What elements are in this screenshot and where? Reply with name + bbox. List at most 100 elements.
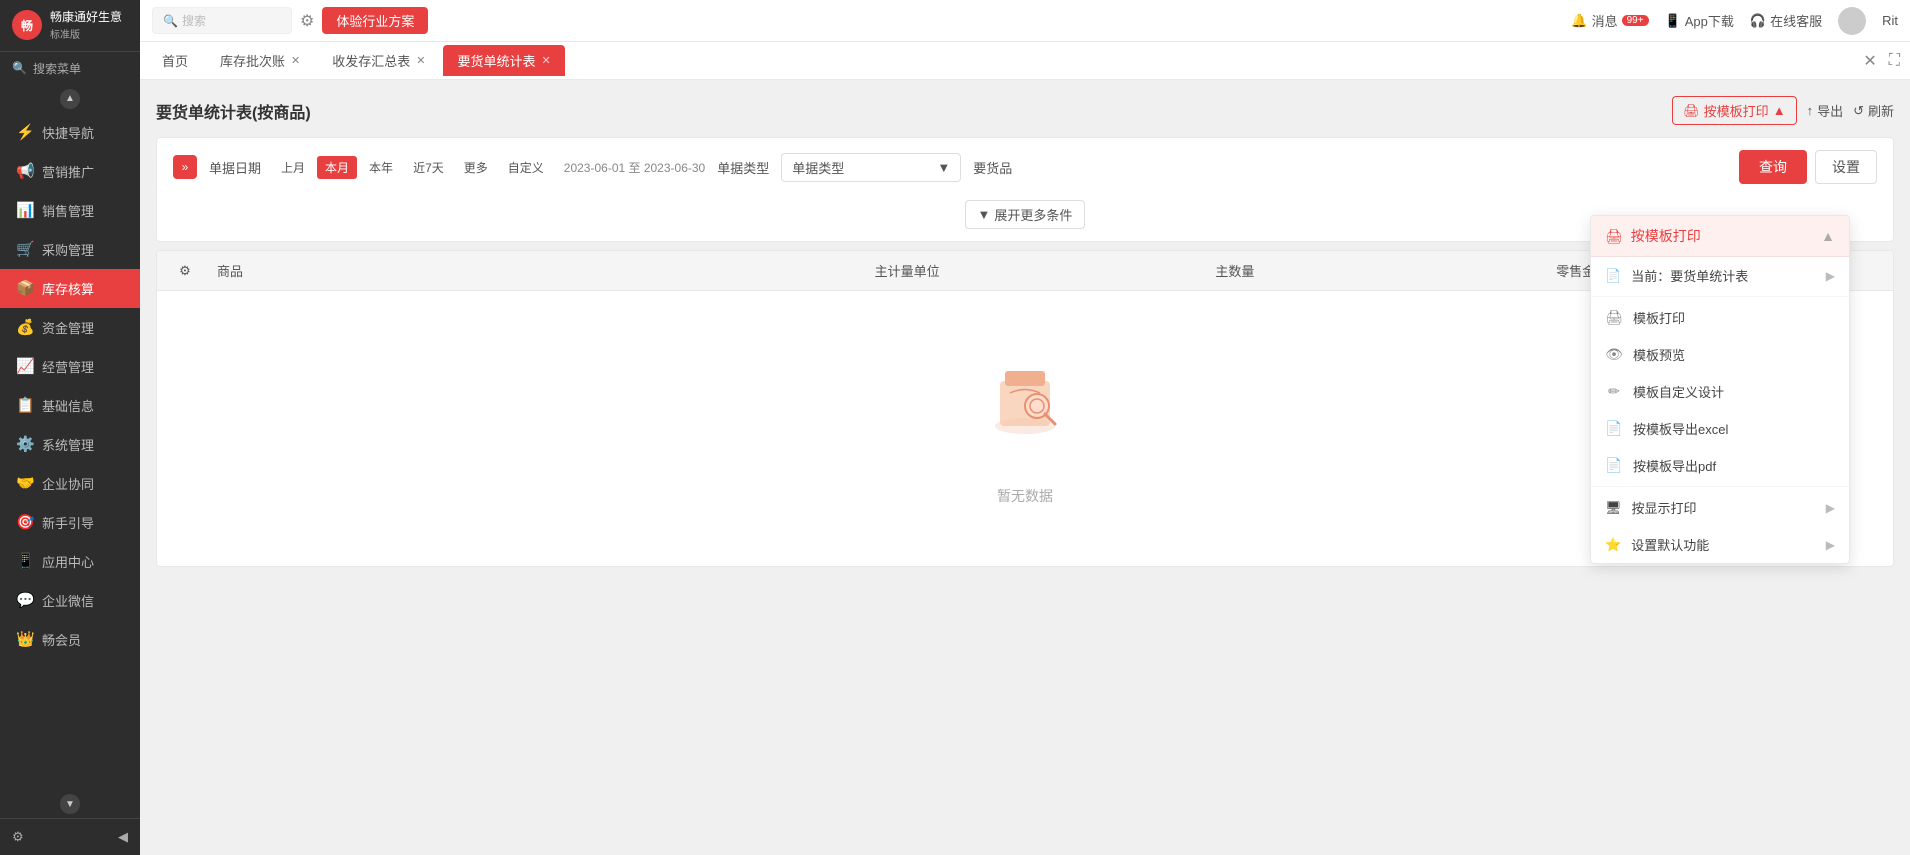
type-select[interactable]: 单据类型 ▼ <box>781 153 961 182</box>
date-btn-custom[interactable]: 自定义 <box>500 156 552 179</box>
tab-inventory-batch-close[interactable]: ✕ <box>291 54 300 67</box>
settings-button[interactable]: 设置 <box>1815 150 1877 184</box>
current-template-left: 📄 当前：要货单统计表 <box>1605 266 1748 285</box>
footer-settings-icon[interactable]: ⚙ <box>12 829 24 845</box>
export-button[interactable]: ↑ 导出 <box>1807 101 1844 120</box>
filter-expand-icon[interactable]: » <box>173 155 197 179</box>
sidebar-item-basic[interactable]: 📋 基础信息 <box>0 386 140 425</box>
user-avatar[interactable] <box>1838 7 1866 35</box>
username-label: Rit <box>1882 13 1898 28</box>
dropdown-template-design[interactable]: ✏ 模板自定义设计 <box>1591 373 1849 410</box>
dropdown-close-btn[interactable]: ▲ <box>1821 228 1835 244</box>
member-icon: 👑 <box>16 630 34 648</box>
tabs-close-all-icon[interactable]: ✕ <box>1861 49 1878 73</box>
display-print-icon: 🖥 <box>1605 500 1622 516</box>
topbar-right: 🔔 消息 99+ 📱 App下载 🎧 在线客服 Rit <box>1571 7 1898 35</box>
sidebar-item-corp-wechat[interactable]: 💬 企业微信 <box>0 581 140 620</box>
dropdown-template-print[interactable]: 🖨 模板打印 <box>1591 299 1849 336</box>
col-unit: 主计量单位 <box>863 251 1204 290</box>
sidebar-item-label: 销售管理 <box>42 201 94 220</box>
scroll-down-btn[interactable]: ▼ <box>60 794 80 814</box>
sidebar-item-finance[interactable]: 💰 资金管理 <box>0 308 140 347</box>
logo-badge: 标准版 <box>50 26 122 41</box>
tab-order-stats-close[interactable]: ✕ <box>542 54 551 67</box>
date-btn-last-month[interactable]: 上月 <box>273 156 313 179</box>
logo-icon: 畅 <box>12 10 42 40</box>
page-header: 要货单统计表(按商品) 🖨 按模板打印 ▲ ↑ 导出 ↺ 刷新 <box>156 96 1894 125</box>
sidebar-item-label: 采购管理 <box>42 240 94 259</box>
date-btn-this-year[interactable]: 本年 <box>361 156 401 179</box>
online-service-btn[interactable]: 🎧 在线客服 <box>1750 11 1822 30</box>
display-print-label: 按显示打印 <box>1632 498 1697 517</box>
topbar-search-box[interactable]: 🔍 搜索 <box>152 7 292 34</box>
topbar-search-text: 搜索 <box>182 12 206 29</box>
tab-home[interactable]: 首页 <box>148 45 202 76</box>
dropdown-display-print[interactable]: 🖥 按显示打印 ▶ <box>1591 489 1849 526</box>
col-gear[interactable]: ⚙ <box>165 253 205 289</box>
printer-icon-header: 🖨 <box>1605 228 1623 245</box>
date-filter-label: 单据日期 <box>209 158 261 177</box>
set-default-label: 设置默认功能 <box>1631 535 1709 554</box>
purchase-icon: 🛒 <box>16 240 34 258</box>
dropdown-title: 按模板打印 <box>1631 226 1701 246</box>
template-excel-item-label: 按模板导出excel <box>1633 419 1728 438</box>
date-btn-this-month[interactable]: 本月 <box>317 156 357 179</box>
tab-receivable-summary-close[interactable]: ✕ <box>416 54 425 67</box>
sidebar-item-guide[interactable]: 🎯 新手引导 <box>0 503 140 542</box>
sidebar-item-purchase[interactable]: 🛒 采购管理 <box>0 230 140 269</box>
sidebar: 畅 畅康通好生意 标准版 🔍 搜索菜单 ▲ ⚡ 快捷导航 📢 营销推广 📊 销售… <box>0 0 140 855</box>
settings-gear-icon[interactable]: ⚙ <box>300 11 314 31</box>
dropdown-current-template[interactable]: 📄 当前：要货单统计表 ▶ <box>1591 257 1849 294</box>
messages-btn[interactable]: 🔔 消息 99+ <box>1571 11 1648 30</box>
app-download-btn[interactable]: 📱 App下载 <box>1665 11 1734 30</box>
dropdown-template-preview[interactable]: 👁 模板预览 <box>1591 336 1849 373</box>
current-chevron-icon: ▶ <box>1826 269 1835 283</box>
guide-icon: 🎯 <box>16 513 34 531</box>
main-area: 🔍 搜索 ⚙ 体验行业方案 🔔 消息 99+ 📱 App下载 🎧 在线客服 Ri… <box>140 0 1910 855</box>
sidebar-item-inventory[interactable]: 📦 库存核算 <box>0 269 140 308</box>
dropdown-set-default[interactable]: ⭐ 设置默认功能 ▶ <box>1591 526 1849 563</box>
finance-icon: 💰 <box>16 318 34 336</box>
tab-receivable-summary-label: 收发存汇总表 <box>332 51 410 70</box>
scroll-up-btn[interactable]: ▲ <box>60 89 80 109</box>
tab-receivable-summary[interactable]: 收发存汇总表 ✕ <box>318 45 439 76</box>
sidebar-item-marketing[interactable]: 📢 营销推广 <box>0 152 140 191</box>
tab-order-stats[interactable]: 要货单统计表 ✕ <box>443 45 564 76</box>
sidebar-item-label: 营销推广 <box>42 162 94 181</box>
footer-collapse-icon[interactable]: ◀ <box>118 829 128 845</box>
refresh-button[interactable]: ↺ 刷新 <box>1853 101 1894 120</box>
sidebar-item-member[interactable]: 👑 畅会员 <box>0 620 140 659</box>
refresh-icon: ↺ <box>1853 103 1864 119</box>
sidebar-item-sales[interactable]: 📊 销售管理 <box>0 191 140 230</box>
tab-inventory-batch[interactable]: 库存批次账 ✕ <box>206 45 314 76</box>
quick-nav-icon: ⚡ <box>16 123 34 141</box>
sidebar-item-collab[interactable]: 🤝 企业协同 <box>0 464 140 503</box>
trial-button[interactable]: 体验行业方案 <box>322 7 428 34</box>
sidebar-item-app-center[interactable]: 📱 应用中心 <box>0 542 140 581</box>
template-print-button[interactable]: 🖨 按模板打印 ▲ <box>1672 96 1796 125</box>
sidebar-item-label: 新手引导 <box>42 513 94 532</box>
query-button[interactable]: 查询 <box>1739 150 1807 184</box>
expand-more-btn[interactable]: ▼ 展开更多条件 <box>965 200 1086 229</box>
search-icon: 🔍 <box>12 61 27 75</box>
sidebar-item-quick-nav[interactable]: ⚡ 快捷导航 <box>0 113 140 152</box>
sidebar-item-operation[interactable]: 📈 经营管理 <box>0 347 140 386</box>
message-bell-icon: 🔔 <box>1571 13 1587 29</box>
sidebar-item-label: 快捷导航 <box>42 123 94 142</box>
date-btn-last-7[interactable]: 近7天 <box>405 156 452 179</box>
template-pdf-item-label: 按模板导出pdf <box>1633 456 1716 475</box>
sidebar-item-system[interactable]: ⚙️ 系统管理 <box>0 425 140 464</box>
date-btn-more[interactable]: 更多 <box>456 156 496 179</box>
refresh-label: 刷新 <box>1868 101 1894 120</box>
dropdown-template-pdf[interactable]: 📄 按模板导出pdf <box>1591 447 1849 484</box>
headset-icon: 🎧 <box>1750 13 1766 29</box>
sidebar-item-label: 应用中心 <box>42 552 94 571</box>
sidebar-item-label: 企业协同 <box>42 474 94 493</box>
dropdown-template-excel[interactable]: 📄 按模板导出excel <box>1591 410 1849 447</box>
template-preview-item-icon: 👁 <box>1605 346 1623 363</box>
tabs-maximize-icon[interactable]: ⛶ <box>1887 50 1902 72</box>
empty-illustration <box>975 351 1075 470</box>
goods-filter-label: 要货品 <box>973 158 1012 177</box>
sidebar-search[interactable]: 🔍 搜索菜单 <box>0 52 140 85</box>
type-select-value: 单据类型 <box>792 158 844 177</box>
